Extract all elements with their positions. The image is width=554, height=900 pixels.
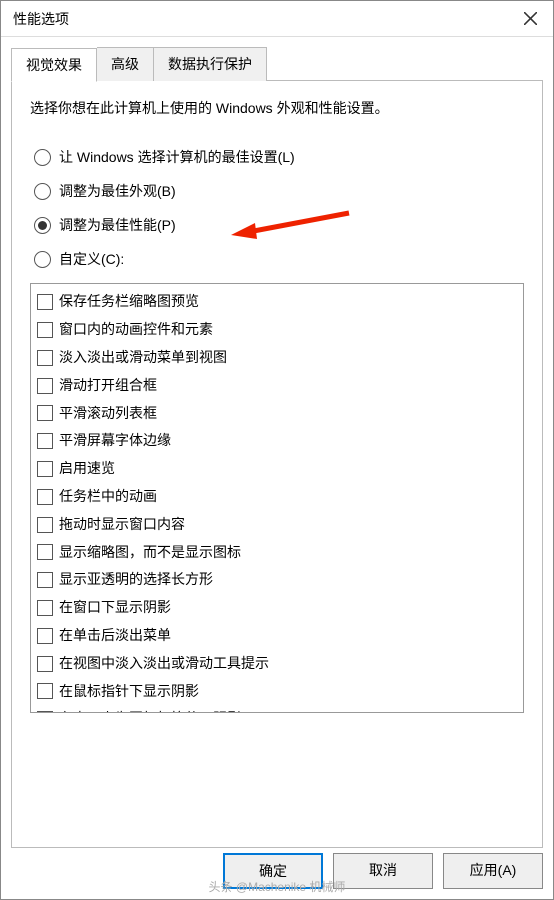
checkbox-icon [37,350,53,366]
checkbox-icon [37,600,53,616]
option-label: 滑动打开组合框 [59,374,157,398]
dialog-buttons: 确定 取消 应用(A) [223,853,543,889]
tab-visual-effects[interactable]: 视觉效果 [11,48,97,82]
radio-label: 自定义(C): [59,249,124,269]
radio-best-auto[interactable]: 让 Windows 选择计算机的最佳设置(L) [34,147,524,167]
option-item[interactable]: 在桌面上为图标标签使用阴影 [37,705,517,713]
checkbox-icon [37,489,53,505]
option-label: 显示亚透明的选择长方形 [59,568,213,592]
option-label: 在桌面上为图标标签使用阴影 [59,707,241,713]
option-item[interactable]: 任务栏中的动画 [37,483,517,511]
option-item[interactable]: 显示缩略图，而不是显示图标 [37,539,517,567]
options-listbox[interactable]: 保存任务栏缩略图预览 窗口内的动画控件和元素 淡入淡出或滑动菜单到视图 滑动打开… [30,283,524,713]
arrow-annotation [231,209,351,243]
option-item[interactable]: 显示亚透明的选择长方形 [37,566,517,594]
radio-best-appearance[interactable]: 调整为最佳外观(B) [34,181,524,201]
checkbox-icon [37,378,53,394]
radio-icon [34,183,51,200]
tab-advanced[interactable]: 高级 [97,47,154,81]
description-text: 选择你想在此计算机上使用的 Windows 外观和性能设置。 [30,97,524,119]
option-item[interactable]: 平滑屏幕字体边缘 [37,427,517,455]
option-label: 保存任务栏缩略图预览 [59,290,199,314]
checkbox-icon [37,656,53,672]
option-item[interactable]: 淡入淡出或滑动菜单到视图 [37,344,517,372]
option-item[interactable]: 保存任务栏缩略图预览 [37,288,517,316]
close-icon [524,12,537,25]
titlebar: 性能选项 [1,1,553,37]
option-item[interactable]: 启用速览 [37,455,517,483]
checkbox-icon [37,628,53,644]
checkbox-icon [37,517,53,533]
radio-label: 调整为最佳外观(B) [59,181,176,201]
radio-icon [34,217,51,234]
checkbox-icon [37,544,53,560]
checkbox-icon [37,572,53,588]
option-label: 窗口内的动画控件和元素 [59,318,213,342]
checkbox-icon [37,711,53,713]
tab-dep[interactable]: 数据执行保护 [154,47,267,81]
apply-button[interactable]: 应用(A) [443,853,543,889]
radio-group: 让 Windows 选择计算机的最佳设置(L) 调整为最佳外观(B) 调整为最佳… [34,147,524,269]
option-item[interactable]: 在鼠标指针下显示阴影 [37,678,517,706]
option-label: 淡入淡出或滑动菜单到视图 [59,346,227,370]
ok-button[interactable]: 确定 [223,853,323,889]
tab-content: 选择你想在此计算机上使用的 Windows 外观和性能设置。 让 Windows… [11,80,543,848]
option-label: 启用速览 [59,457,115,481]
tabs: 视觉效果 高级 数据执行保护 [11,47,543,81]
checkbox-icon [37,683,53,699]
window-title: 性能选项 [13,9,69,29]
option-label: 在鼠标指针下显示阴影 [59,680,199,704]
option-label: 在单击后淡出菜单 [59,624,171,648]
option-label: 拖动时显示窗口内容 [59,513,185,537]
checkbox-icon [37,322,53,338]
option-label: 在窗口下显示阴影 [59,596,171,620]
option-item[interactable]: 拖动时显示窗口内容 [37,511,517,539]
option-item[interactable]: 滑动打开组合框 [37,372,517,400]
option-label: 平滑滚动列表框 [59,402,157,426]
radio-custom[interactable]: 自定义(C): [34,249,524,269]
radio-icon [34,149,51,166]
option-item[interactable]: 平滑滚动列表框 [37,400,517,428]
radio-best-performance[interactable]: 调整为最佳性能(P) [34,215,524,235]
close-button[interactable] [507,1,553,37]
option-item[interactable]: 在视图中淡入淡出或滑动工具提示 [37,650,517,678]
option-item[interactable]: 窗口内的动画控件和元素 [37,316,517,344]
option-item[interactable]: 在窗口下显示阴影 [37,594,517,622]
radio-label: 调整为最佳性能(P) [59,215,176,235]
checkbox-icon [37,294,53,310]
cancel-button[interactable]: 取消 [333,853,433,889]
option-label: 任务栏中的动画 [59,485,157,509]
checkbox-icon [37,433,53,449]
tab-area: 视觉效果 高级 数据执行保护 选择你想在此计算机上使用的 Windows 外观和… [11,47,543,848]
option-label: 平滑屏幕字体边缘 [59,429,171,453]
radio-label: 让 Windows 选择计算机的最佳设置(L) [59,147,295,167]
checkbox-icon [37,405,53,421]
option-label: 显示缩略图，而不是显示图标 [59,541,241,565]
option-label: 在视图中淡入淡出或滑动工具提示 [59,652,269,676]
radio-icon [34,251,51,268]
option-item[interactable]: 在单击后淡出菜单 [37,622,517,650]
checkbox-icon [37,461,53,477]
